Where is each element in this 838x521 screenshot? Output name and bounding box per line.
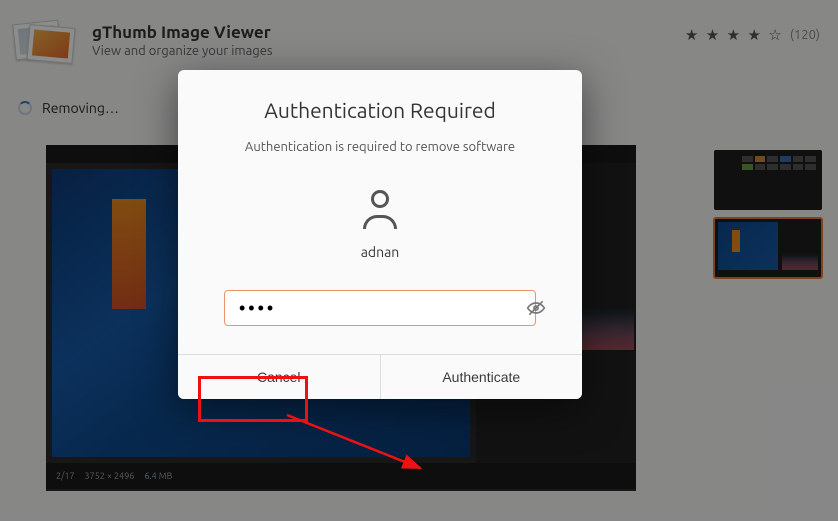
password-input[interactable] xyxy=(224,290,536,326)
auth-dialog: Authentication Required Authentication i… xyxy=(178,70,582,399)
dialog-title: Authentication Required xyxy=(204,98,556,122)
cancel-button[interactable]: Cancel xyxy=(178,355,380,399)
user-icon xyxy=(358,190,402,234)
authenticate-button[interactable]: Authenticate xyxy=(380,355,583,399)
app-root: gThumb Image Viewer View and organize yo… xyxy=(0,0,838,521)
dialog-message: Authentication is required to remove sof… xyxy=(204,140,556,154)
dialog-button-row: Cancel Authenticate xyxy=(178,354,582,399)
reveal-password-icon[interactable] xyxy=(526,298,546,318)
dialog-username: adnan xyxy=(204,244,556,260)
